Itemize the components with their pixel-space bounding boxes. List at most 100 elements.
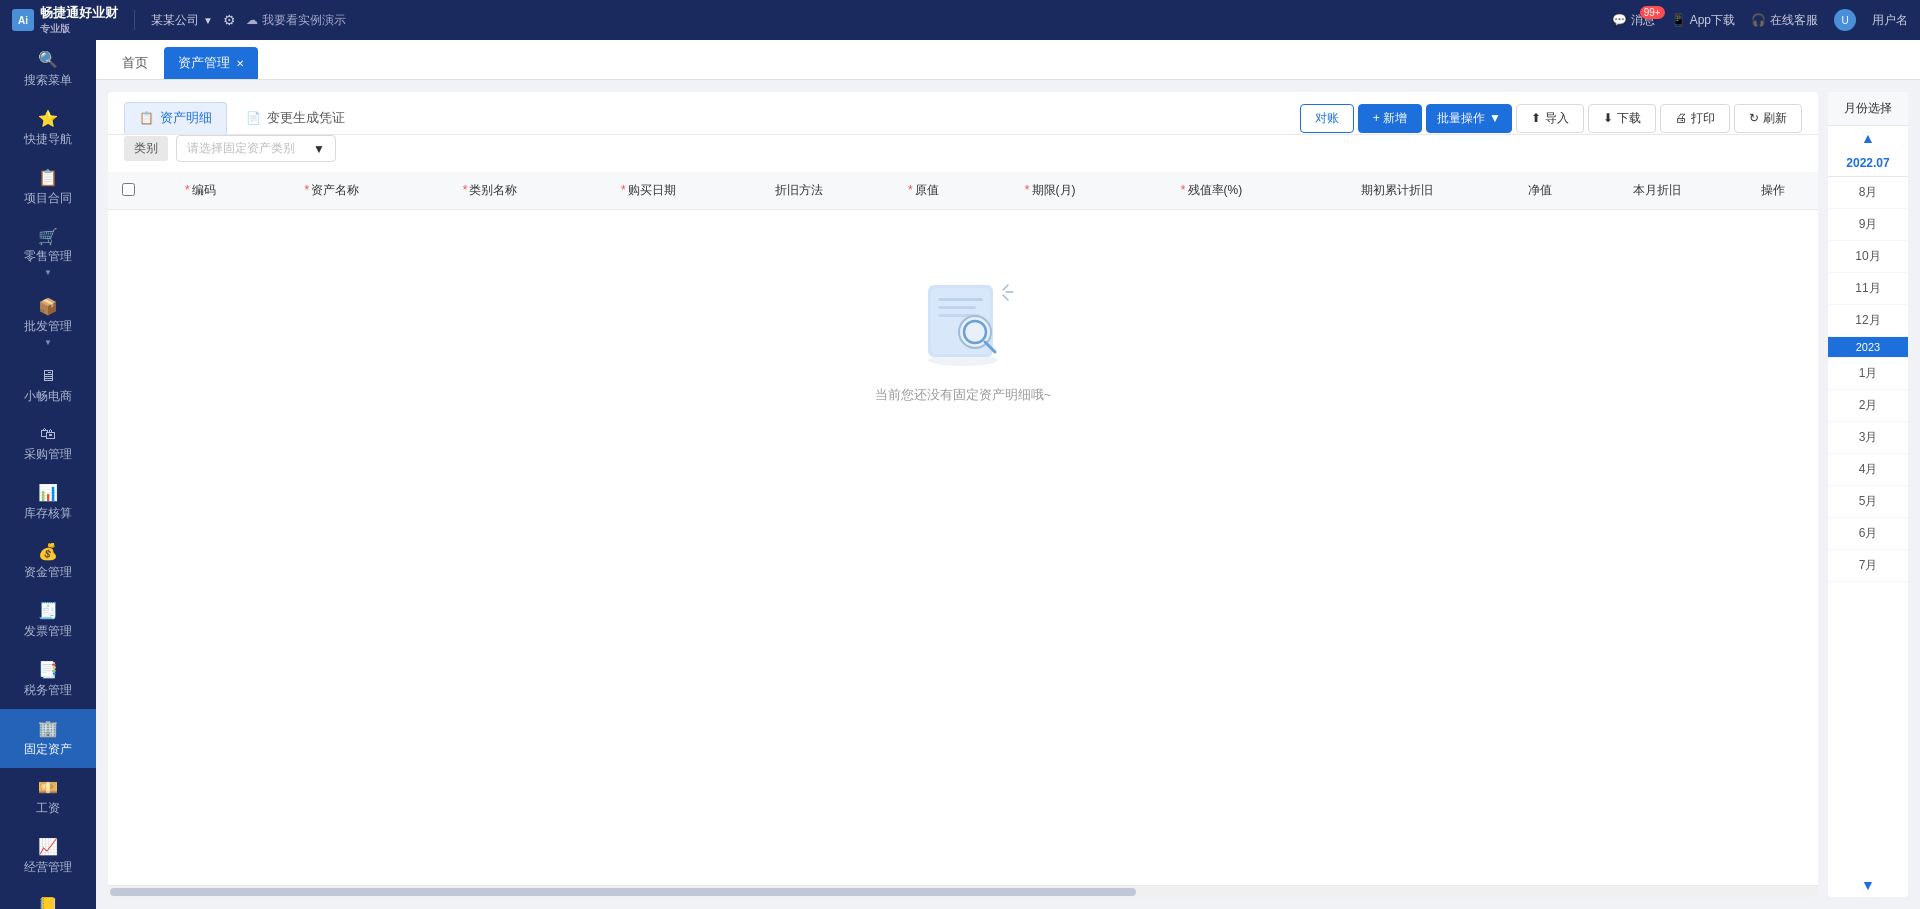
- sidebar-item-search[interactable]: 🔍 搜索菜单: [0, 40, 96, 99]
- message-button[interactable]: 💬 消息 99+: [1612, 12, 1655, 29]
- sidebar-item-wholesale[interactable]: 📦 批发管理 ▼: [0, 287, 96, 357]
- sub-tab-detail[interactable]: 📋 资产明细: [124, 102, 227, 134]
- tab-home[interactable]: 首页: [108, 47, 162, 79]
- detail-tab-icon: 📋: [139, 111, 154, 125]
- sub-tab-voucher[interactable]: 📄 变更生成凭证: [231, 102, 360, 134]
- settings-icon[interactable]: ⚙: [223, 12, 236, 28]
- sidebar-label-inventory: 库存核算: [24, 505, 72, 522]
- scroll-thumb[interactable]: [110, 888, 1136, 896]
- month-nav-up[interactable]: ▲: [1828, 126, 1908, 150]
- th-period: *期限(月): [976, 172, 1125, 210]
- brand-sub: 专业版: [40, 22, 118, 36]
- svg-rect-4: [938, 306, 976, 309]
- checkbox-header: [108, 172, 148, 210]
- brand-logo: Ai 畅捷通好业财 专业版: [12, 4, 118, 36]
- sidebar-label-search: 搜索菜单: [24, 72, 72, 89]
- tab-assets-label: 资产管理: [178, 54, 230, 72]
- sidebar-item-project[interactable]: 📋 项目合同: [0, 158, 96, 217]
- sidebar-label-project: 项目合同: [24, 190, 72, 207]
- message-icon: 💬: [1612, 13, 1627, 27]
- month-item-feb[interactable]: 2月: [1828, 390, 1908, 422]
- month-item-nov[interactable]: 11月: [1828, 273, 1908, 305]
- th-name: *资产名称: [253, 172, 411, 210]
- sidebar-item-fixedassets[interactable]: 🏢 固定资产: [0, 709, 96, 768]
- batch-arrow-icon: ▼: [1489, 111, 1501, 125]
- th-residualrate: *残值率(%): [1125, 172, 1298, 210]
- tab-close-icon[interactable]: ✕: [236, 58, 244, 69]
- tab-assets[interactable]: 资产管理 ✕: [164, 47, 258, 79]
- refresh-label: 刷新: [1763, 110, 1787, 127]
- main-panel: 📋 资产明细 📄 变更生成凭证 对账 + 新增: [108, 92, 1818, 897]
- month-item-jul[interactable]: 7月: [1828, 550, 1908, 582]
- month-item-apr[interactable]: 4月: [1828, 454, 1908, 486]
- month-item-mar[interactable]: 3月: [1828, 422, 1908, 454]
- sidebar-item-quicknav[interactable]: ⭐ 快捷导航: [0, 99, 96, 158]
- category-select-arrow: ▼: [313, 142, 325, 156]
- sidebar-item-retail[interactable]: 🛒 零售管理 ▼: [0, 217, 96, 287]
- top-bar-left: Ai 畅捷通好业财 专业版 某某公司 ▼ ⚙ ☁ 我要看实例演示: [12, 4, 346, 36]
- horizontal-scrollbar[interactable]: [108, 885, 1818, 897]
- import-button[interactable]: ⬆ 导入: [1516, 104, 1584, 133]
- batch-button[interactable]: 批量操作 ▼: [1426, 104, 1512, 133]
- sidebar-label-wholesale: 批发管理: [24, 318, 72, 335]
- month-item-dec[interactable]: 12月: [1828, 305, 1908, 337]
- print-icon: 🖨: [1675, 111, 1687, 125]
- retail-icon: 🛒: [38, 227, 58, 246]
- month-panel-title: 月份选择: [1844, 101, 1892, 115]
- th-depmethod: 折旧方法: [728, 172, 871, 210]
- select-all-checkbox[interactable]: [122, 183, 135, 196]
- th-originalvalue: *原值: [871, 172, 976, 210]
- online-service-button[interactable]: 🎧 在线客服: [1751, 12, 1818, 29]
- demo-hint-text: 我要看实例演示: [262, 12, 346, 29]
- ledger-icon: 📒: [38, 896, 58, 909]
- user-avatar[interactable]: U: [1834, 9, 1856, 31]
- main-layout: 🔍 搜索菜单 ⭐ 快捷导航 📋 项目合同 🛒 零售管理 ▼ 📦 批发管理 ▼: [0, 40, 1920, 909]
- demo-hint[interactable]: ☁ 我要看实例演示: [246, 12, 346, 29]
- th-operation: 操作: [1728, 172, 1818, 210]
- add-button[interactable]: + 新增: [1358, 104, 1422, 133]
- th-buydate: *购买日期: [569, 172, 727, 210]
- tab-bar: 首页 资产管理 ✕: [96, 40, 1920, 80]
- sidebar-item-ecommerce[interactable]: 🖥 小畅电商: [0, 357, 96, 415]
- category-select[interactable]: 请选择固定资产类别 ▼: [176, 135, 336, 162]
- company-selector[interactable]: 某某公司 ▼: [151, 12, 213, 29]
- sidebar-item-ledger[interactable]: 📒 总账管理: [0, 886, 96, 909]
- sidebar-item-purchase[interactable]: 🛍 采购管理: [0, 415, 96, 473]
- wholesale-icon: 📦: [38, 297, 58, 316]
- sidebar-label-invoice: 发票管理: [24, 623, 72, 640]
- refresh-button[interactable]: ↻ 刷新: [1734, 104, 1802, 133]
- month-panel-footer: ▼: [1828, 873, 1908, 897]
- print-button[interactable]: 🖨 打印: [1660, 104, 1730, 133]
- month-item-jun[interactable]: 6月: [1828, 518, 1908, 550]
- month-item-jan[interactable]: 1月: [1828, 358, 1908, 390]
- month-down-button[interactable]: ▼: [1861, 877, 1875, 893]
- finance-icon: 💰: [38, 542, 58, 561]
- sub-tabs: 📋 资产明细 📄 变更生成凭证 对账 + 新增: [108, 92, 1818, 135]
- reconcile-button[interactable]: 对账: [1300, 104, 1354, 133]
- print-label: 打印: [1691, 110, 1715, 127]
- category-placeholder: 请选择固定资产类别: [187, 140, 295, 157]
- th-code: *编码: [148, 172, 253, 210]
- app-download-button[interactable]: 📱 App下载: [1671, 12, 1735, 29]
- month-list: 8月 9月 10月 11月 12月 2023 1月 2月 3月 4月 5月 6月…: [1828, 177, 1908, 873]
- service-icon: 🎧: [1751, 13, 1766, 27]
- sidebar-item-finance[interactable]: 💰 资金管理: [0, 532, 96, 591]
- month-item-aug[interactable]: 8月: [1828, 177, 1908, 209]
- sidebar-item-tax[interactable]: 📑 税务管理: [0, 650, 96, 709]
- sidebar-item-inventory[interactable]: 📊 库存核算: [0, 473, 96, 532]
- month-item-sep[interactable]: 9月: [1828, 209, 1908, 241]
- sidebar-item-operations[interactable]: 📈 经营管理: [0, 827, 96, 886]
- month-item-oct[interactable]: 10月: [1828, 241, 1908, 273]
- sidebar-label-salary: 工资: [36, 800, 60, 817]
- month-panel-header: 月份选择: [1828, 92, 1908, 126]
- month-item-may[interactable]: 5月: [1828, 486, 1908, 518]
- download-button[interactable]: ⬇ 下载: [1588, 104, 1656, 133]
- company-dropdown-arrow: ▼: [203, 15, 213, 26]
- assets-table-area: *编码 *资产名称 *类别名称 *购买日期 折旧方法 *原值 *期限(月) *残…: [108, 172, 1818, 885]
- category-label: 类别: [124, 136, 168, 161]
- add-label: + 新增: [1373, 110, 1407, 127]
- retail-arrow: ▼: [44, 268, 52, 277]
- month-up-button[interactable]: ▲: [1861, 130, 1875, 146]
- sidebar-item-invoice[interactable]: 🧾 发票管理: [0, 591, 96, 650]
- sidebar-item-salary[interactable]: 💴 工资: [0, 768, 96, 827]
